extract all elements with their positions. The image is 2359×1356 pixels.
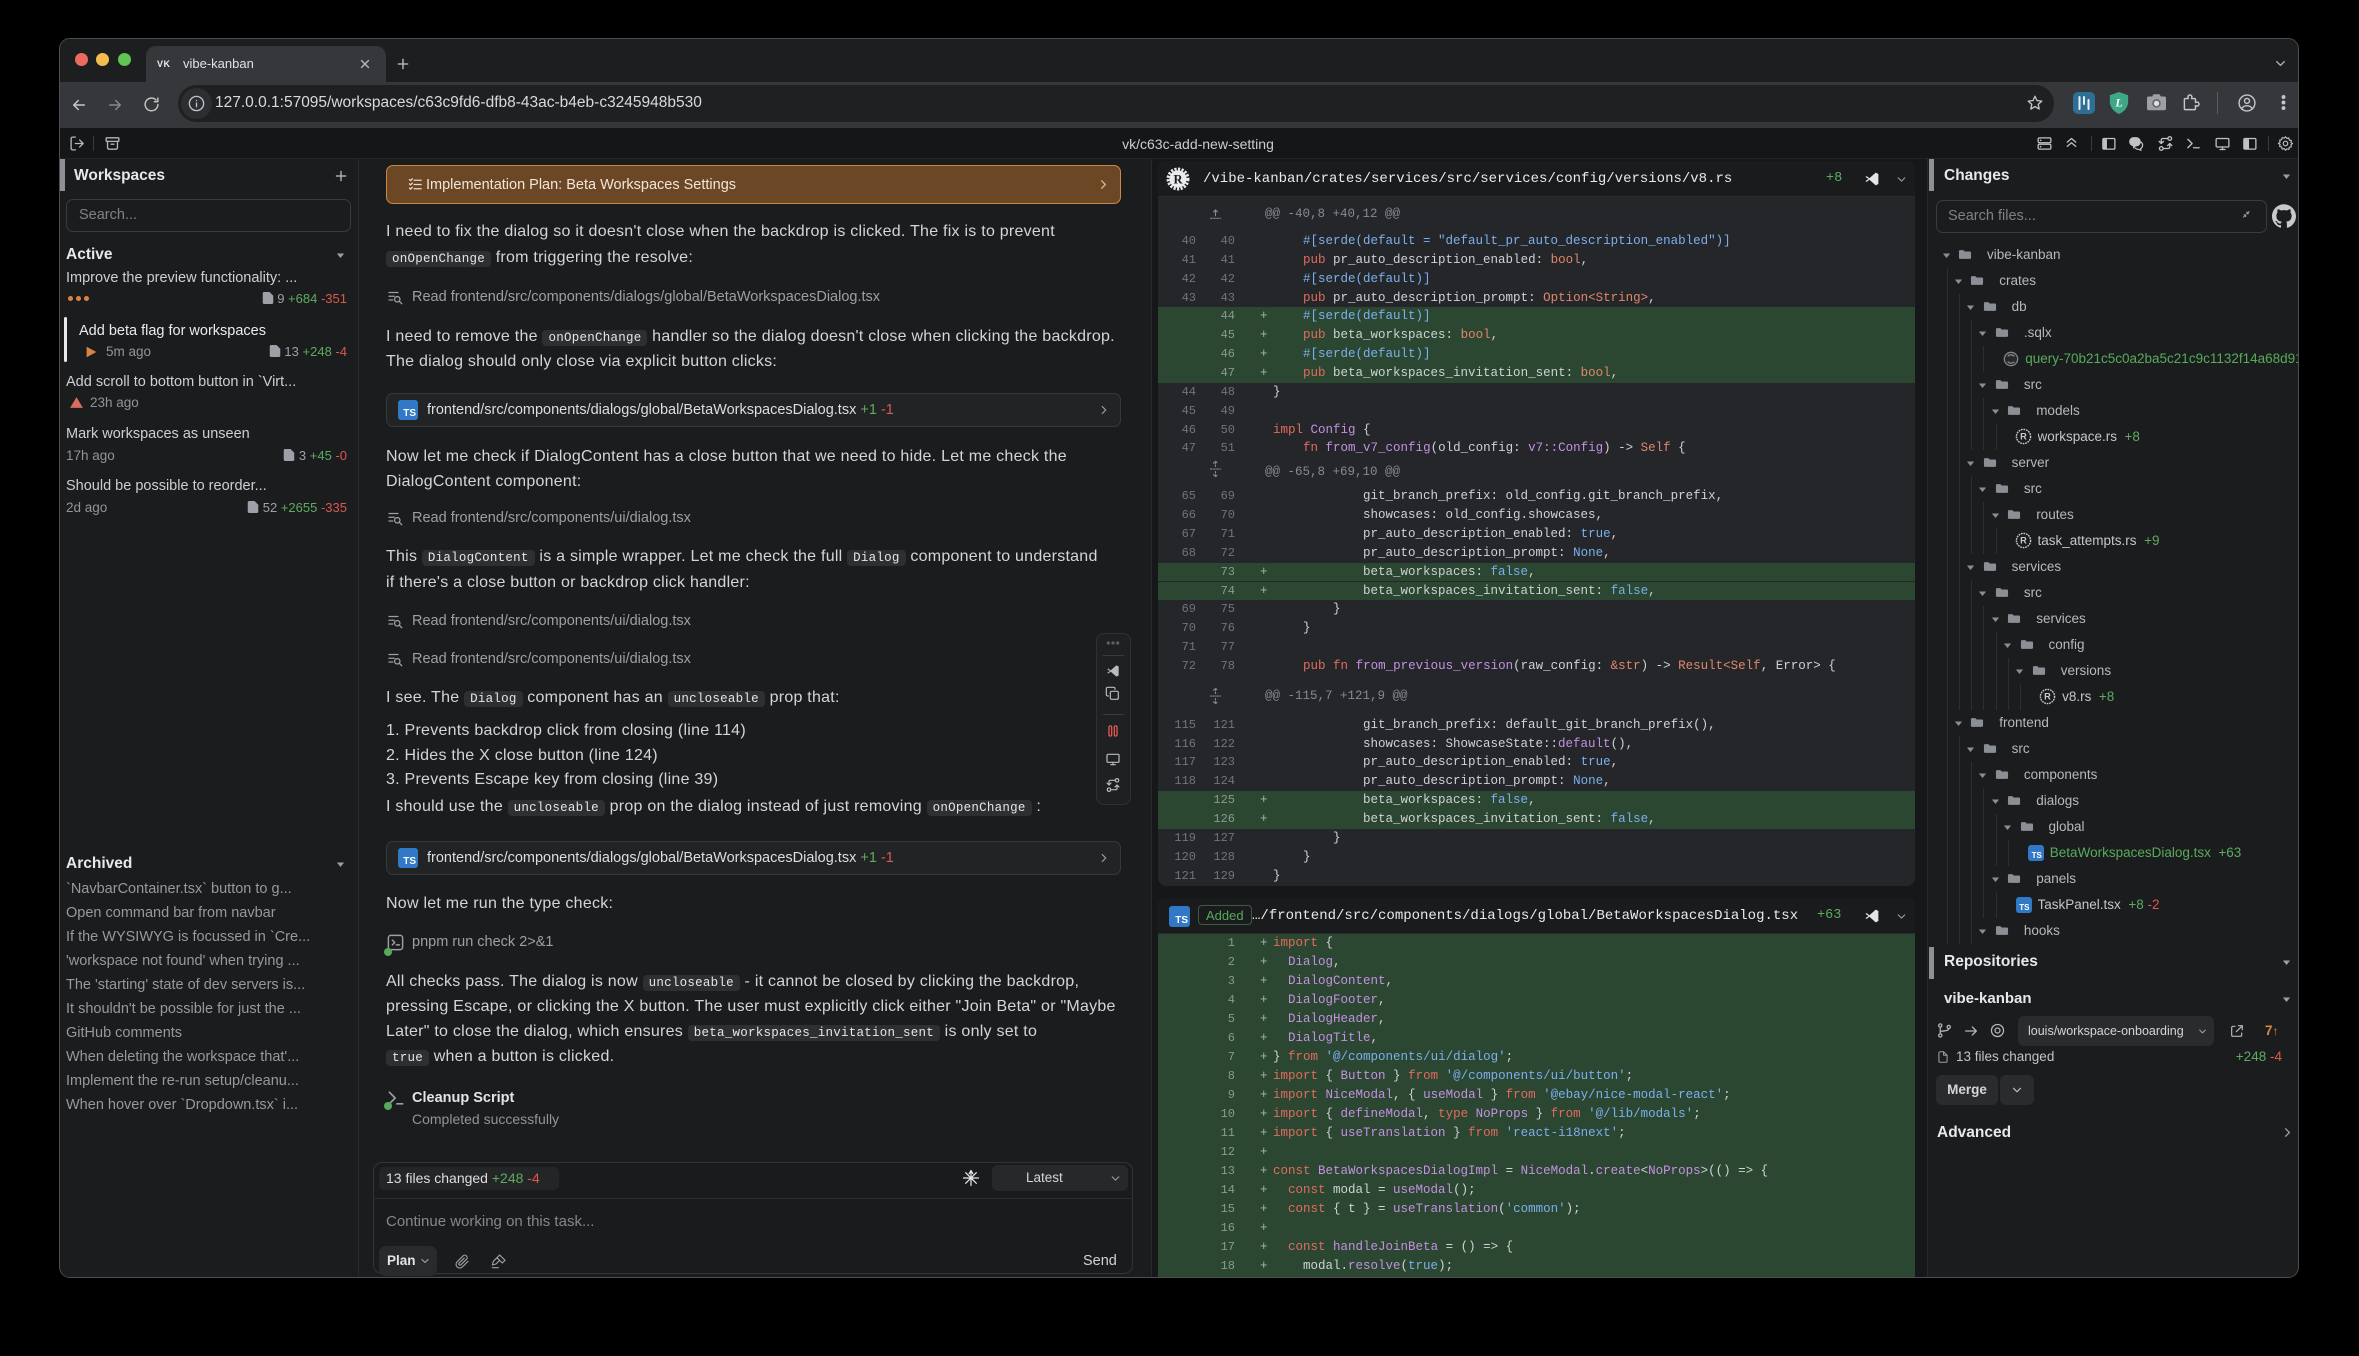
svg-text:R: R	[2044, 692, 2051, 702]
svg-text:R: R	[1173, 173, 1183, 187]
svg-text:L: L	[2114, 96, 2122, 110]
svg-text:R: R	[2020, 536, 2027, 546]
svg-text:R: R	[2020, 432, 2027, 442]
